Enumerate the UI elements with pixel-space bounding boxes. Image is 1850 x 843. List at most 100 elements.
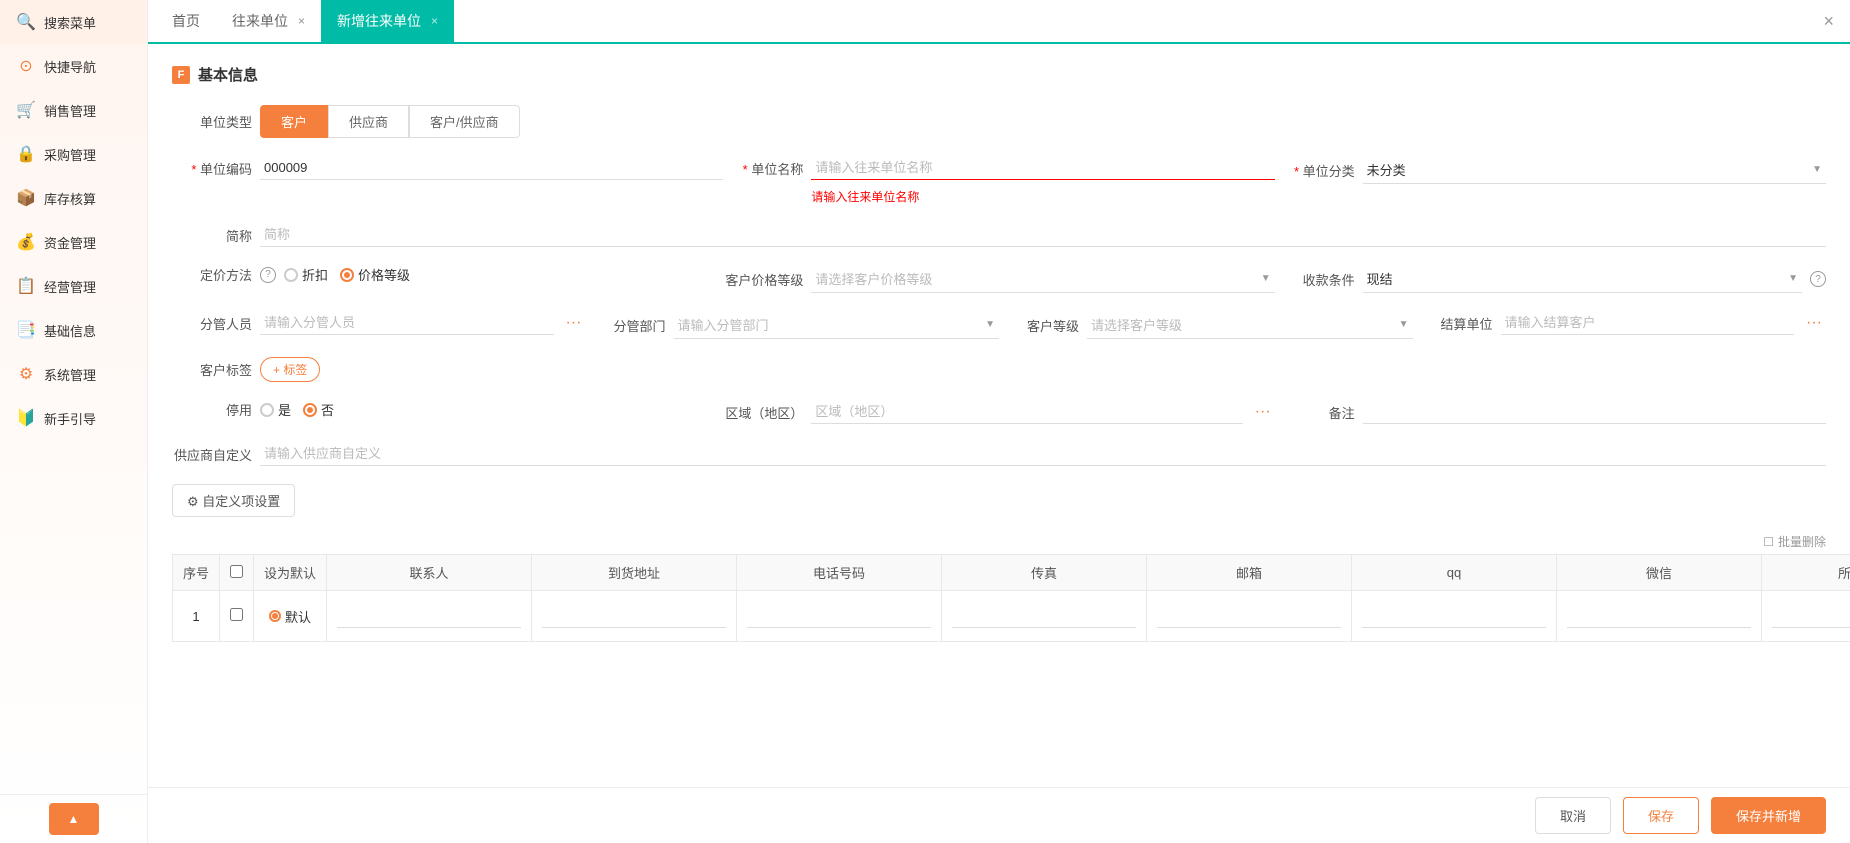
customer-price-label: 客户价格等级	[723, 270, 803, 289]
th-region: 所在地区	[1762, 555, 1850, 591]
remark-input[interactable]	[1363, 400, 1826, 424]
level-radio-label: 价格等级	[358, 265, 410, 284]
th-contact: 联系人	[327, 555, 532, 591]
search-icon: 🔍	[16, 12, 36, 32]
form-footer: 取消 保存 保存并新增	[148, 787, 1850, 843]
tag-add-button[interactable]: + 标签	[260, 357, 320, 382]
disabled-radio-no[interactable]: 否	[303, 400, 334, 419]
manager-dots-btn[interactable]: ···	[562, 314, 586, 332]
phone-input[interactable]	[747, 604, 931, 628]
tab-home[interactable]: 首页	[156, 0, 216, 44]
unit-btn-customer[interactable]: 客户	[260, 105, 328, 138]
pricing-radio-discount[interactable]: 折扣	[284, 265, 328, 284]
save-new-button[interactable]: 保存并新增	[1711, 797, 1826, 834]
customer-level-select[interactable]: 请选择客户等级 ▼	[1087, 311, 1413, 339]
table-header: 序号 设为默认 联系人 到货地址 电话号码 传真 邮箱 qq 微信 所在地区 操…	[173, 555, 1850, 591]
category-select[interactable]: 未分类 ▼	[1363, 156, 1826, 184]
sidebar-inventory-label: 库存核算	[44, 189, 96, 208]
fax-input[interactable]	[952, 604, 1136, 628]
sidebar-item-inventory[interactable]: 📦 库存核算	[0, 176, 147, 220]
tab-new-contact[interactable]: 新增往来单位 ×	[321, 0, 454, 44]
guide-icon: 🔰	[16, 408, 36, 428]
default-label: 默认	[285, 607, 311, 626]
department-select[interactable]: 请输入分管部门 ▼	[674, 311, 1000, 339]
payment-term-label: 收款条件	[1275, 270, 1355, 289]
field-name: 单位名称 请输入往来单位名称	[723, 156, 1274, 205]
shortname-input[interactable]	[260, 223, 1826, 247]
tab-contacts[interactable]: 往来单位 ×	[216, 0, 321, 44]
sidebar-item-search[interactable]: 🔍 搜索菜单	[0, 0, 147, 44]
tab-new-contact-close[interactable]: ×	[431, 14, 438, 28]
field-supplier-custom: 供应商自定义	[172, 442, 1826, 466]
batch-delete-label[interactable]: 批量删除	[1778, 533, 1826, 550]
select-all-checkbox[interactable]	[230, 565, 243, 578]
sidebar-expand-btn[interactable]: ▲	[49, 803, 99, 835]
region-row-input[interactable]	[1772, 604, 1850, 628]
batch-delete-icon: ☐	[1763, 535, 1774, 549]
customer-price-select[interactable]: 请选择客户价格等级 ▼	[811, 265, 1274, 293]
sidebar-item-purchase[interactable]: 🔒 采购管理	[0, 132, 147, 176]
row-checkbox[interactable]	[230, 608, 243, 621]
name-label: 单位名称	[723, 159, 803, 178]
td-default: 默认	[254, 591, 327, 642]
region-dots-btn[interactable]: ···	[1251, 403, 1275, 421]
th-qq: qq	[1352, 555, 1557, 591]
region-input[interactable]	[811, 400, 1242, 424]
supplier-custom-input[interactable]	[260, 442, 1826, 466]
th-address: 到货地址	[532, 555, 737, 591]
name-input[interactable]	[811, 156, 1274, 180]
payment-term-chevron: ▼	[1788, 273, 1798, 284]
default-radio[interactable]	[269, 610, 281, 622]
no-radio-label: 否	[321, 400, 334, 419]
disabled-radio-yes[interactable]: 是	[260, 400, 291, 419]
yes-radio-circle	[260, 403, 274, 417]
field-code: 单位编码	[172, 156, 723, 180]
qq-input[interactable]	[1362, 604, 1546, 628]
row-manager: 分管人员 ··· 分管部门 请输入分管部门 ▼ 客户等级 请选择客户等级 ▼ 结…	[172, 311, 1826, 339]
field-department: 分管部门 请输入分管部门 ▼	[586, 311, 1000, 339]
row-code-name-category: 单位编码 单位名称 请输入往来单位名称 单位分类 未分类 ▼	[172, 156, 1826, 205]
sidebar-guide-label: 新手引导	[44, 409, 96, 428]
finance-icon: 💰	[16, 232, 36, 252]
manager-input[interactable]	[260, 311, 554, 335]
sidebar-item-quick-nav[interactable]: ⊙ 快捷导航	[0, 44, 147, 88]
tab-contacts-close[interactable]: ×	[298, 14, 305, 28]
close-all-tabs[interactable]: ×	[1815, 7, 1842, 36]
field-tags: 客户标签 + 标签	[172, 357, 1826, 382]
unit-btn-both[interactable]: 客户/供应商	[409, 105, 520, 138]
sidebar-item-sales[interactable]: 🛒 销售管理	[0, 88, 147, 132]
sidebar-item-operations[interactable]: 📋 经营管理	[0, 264, 147, 308]
th-fax: 传真	[942, 555, 1147, 591]
settlement-input[interactable]	[1501, 311, 1795, 335]
tag-label: 客户标签	[172, 360, 252, 379]
tag-add-label: + 标签	[273, 361, 307, 378]
sidebar-item-system[interactable]: ⚙ 系统管理	[0, 352, 147, 396]
settlement-dots-btn[interactable]: ···	[1802, 314, 1826, 332]
field-remark: 备注	[1275, 400, 1826, 424]
row-disabled-region: 停用 是 否 区域（地区） ··· 备注	[172, 400, 1826, 424]
contact-input[interactable]	[337, 604, 521, 628]
department-label: 分管部门	[586, 316, 666, 335]
department-placeholder: 请输入分管部门	[678, 315, 982, 334]
address-input[interactable]	[542, 604, 726, 628]
payment-term-help-icon[interactable]: ?	[1810, 271, 1826, 287]
custom-settings-button[interactable]: ⚙ 自定义项设置	[172, 484, 295, 517]
unit-type-label: 单位类型	[172, 112, 252, 131]
email-input[interactable]	[1157, 604, 1341, 628]
sidebar-item-guide[interactable]: 🔰 新手引导	[0, 396, 147, 440]
th-seq: 序号	[173, 555, 220, 591]
sidebar-item-finance[interactable]: 💰 资金管理	[0, 220, 147, 264]
save-button[interactable]: 保存	[1623, 797, 1699, 834]
sidebar-item-basic-info[interactable]: 📑 基础信息	[0, 308, 147, 352]
manager-label: 分管人员	[172, 314, 252, 333]
td-region	[1762, 591, 1850, 642]
unit-btn-supplier[interactable]: 供应商	[328, 105, 409, 138]
pricing-radio-level[interactable]: 价格等级	[340, 265, 410, 284]
pricing-help-icon[interactable]: ?	[260, 267, 276, 283]
inventory-icon: 📦	[16, 188, 36, 208]
cancel-button[interactable]: 取消	[1535, 797, 1611, 834]
code-input[interactable]	[260, 156, 723, 180]
row-shortname: 简称	[172, 223, 1826, 247]
payment-term-select[interactable]: 现结 ▼	[1363, 265, 1802, 293]
wechat-input[interactable]	[1567, 604, 1751, 628]
